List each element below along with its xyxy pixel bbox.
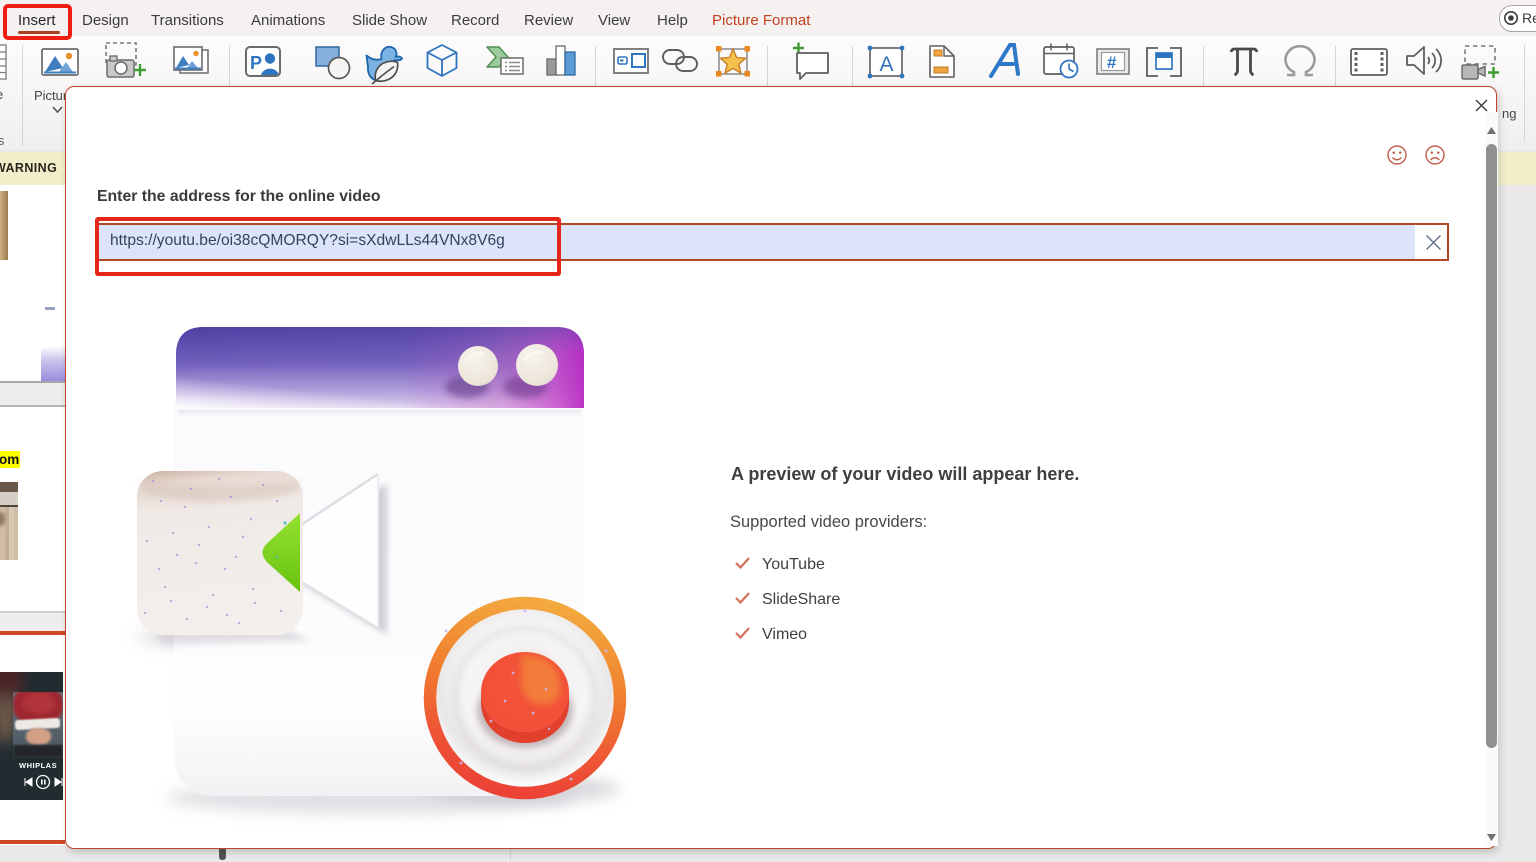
svg-text:P: P [250, 53, 262, 73]
svg-text:A: A [880, 53, 894, 76]
svg-text:#: # [1107, 53, 1117, 72]
